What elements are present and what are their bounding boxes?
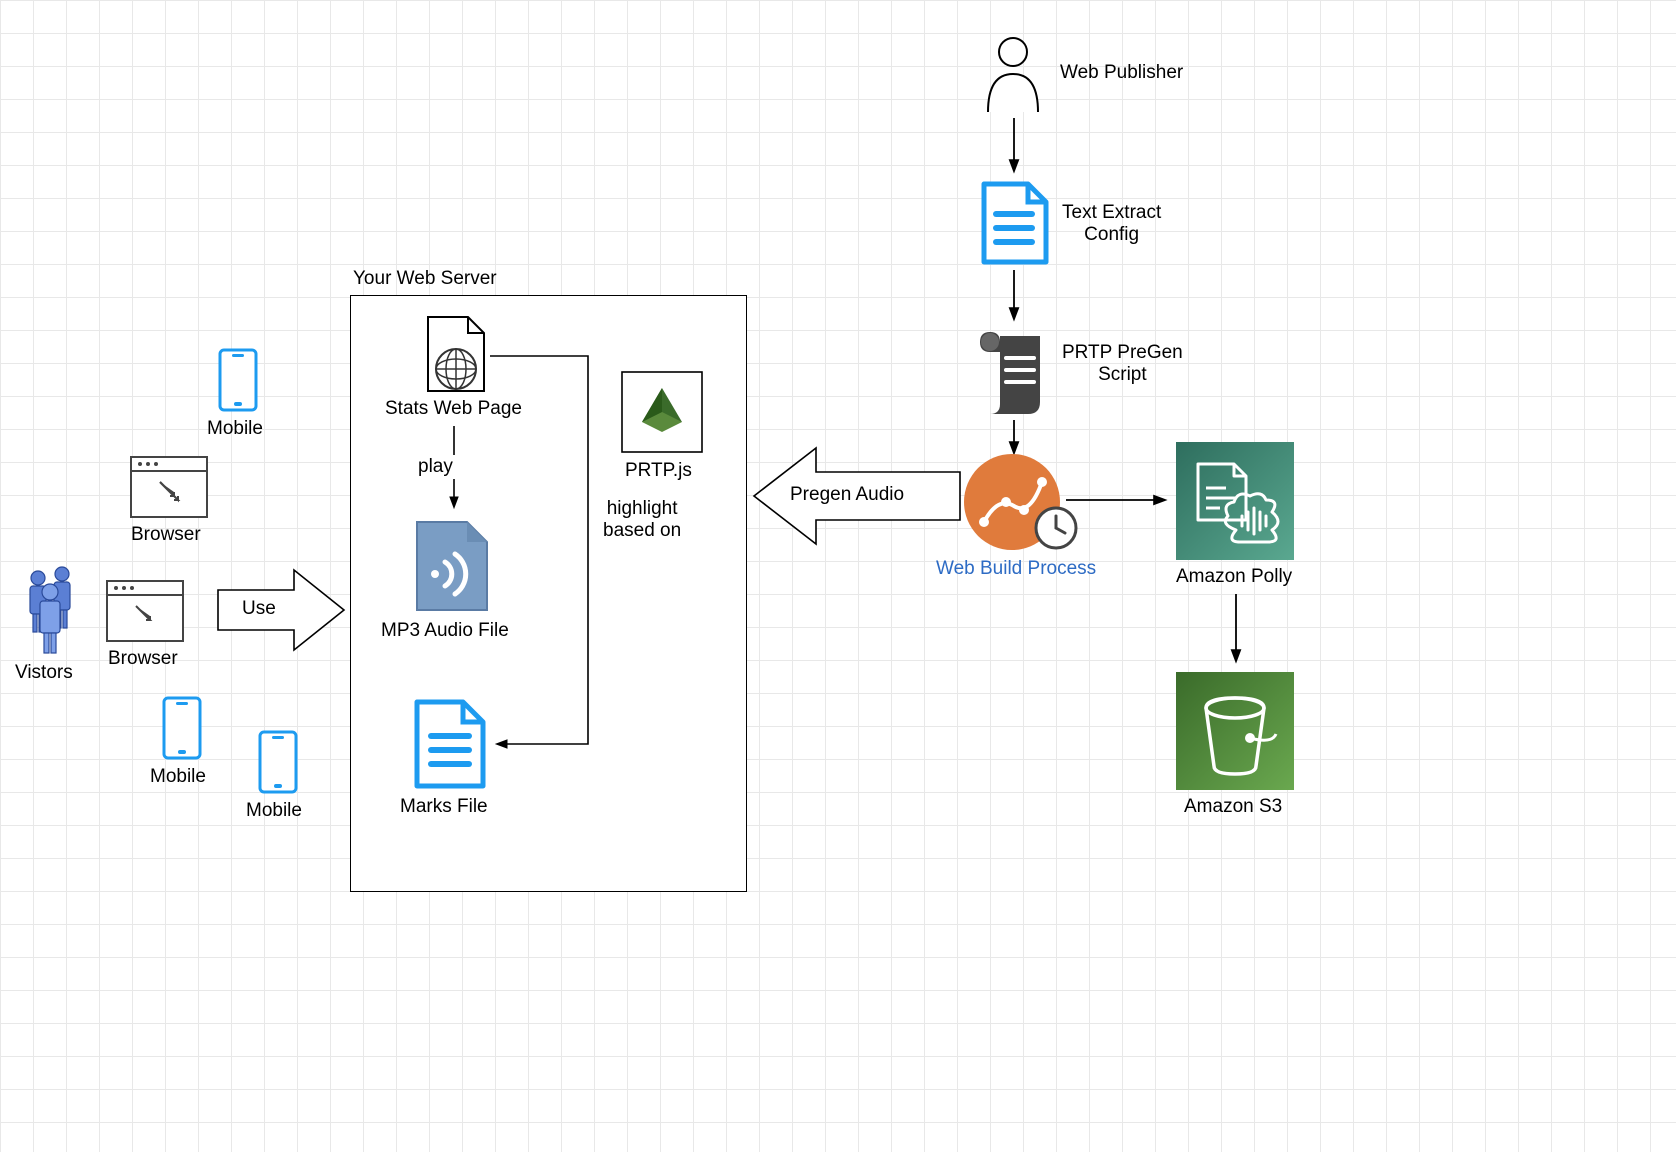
- web-publisher-icon: [982, 36, 1044, 114]
- mobile-icon-1: [218, 348, 258, 412]
- amazon-polly-label: Amazon Polly: [1176, 566, 1292, 588]
- pregen-label: Pregen Audio: [790, 484, 904, 506]
- play-label: play: [414, 455, 457, 479]
- prtp-script-label: PRTP PreGen Script: [1062, 342, 1183, 386]
- prtp-script-icon: [976, 326, 1054, 418]
- marks-label: Marks File: [400, 796, 488, 818]
- web-publisher-label: Web Publisher: [1060, 62, 1183, 84]
- arrow-polly-s3: [1226, 592, 1246, 670]
- visitors-label: Vistors: [15, 662, 73, 684]
- web-build-label: Web Build Process: [936, 558, 1096, 580]
- browser-icon-2: [106, 580, 184, 642]
- marks-icon: [413, 698, 487, 790]
- arrow-pub-text: [1004, 116, 1024, 178]
- amazon-s3-label: Amazon S3: [1184, 796, 1282, 818]
- mobile-label-1: Mobile: [207, 418, 263, 440]
- use-label: Use: [242, 598, 276, 620]
- mobile-icon-3: [258, 730, 298, 794]
- mobile-label-3: Mobile: [246, 800, 302, 822]
- highlight-label: highlight based on: [603, 498, 681, 542]
- browser-label-2: Browser: [108, 648, 178, 670]
- text-extract-icon: [980, 180, 1050, 266]
- amazon-polly-icon: [1176, 442, 1294, 560]
- stats-page-icon: [426, 315, 486, 393]
- text-extract-label: Text Extract Config: [1062, 202, 1161, 246]
- browser-icon-1: [130, 456, 208, 518]
- arrow-build-polly: [1064, 490, 1174, 510]
- mp3-icon: [415, 520, 489, 612]
- amazon-s3-icon: [1176, 672, 1294, 790]
- web-server-title: Your Web Server: [353, 268, 497, 290]
- browser-label-1: Browser: [131, 524, 201, 546]
- mobile-icon-2: [162, 696, 202, 760]
- mobile-label-2: Mobile: [150, 766, 206, 788]
- arrow-text-script: [1004, 268, 1024, 326]
- use-arrow: [216, 568, 346, 652]
- visitors-icon: [18, 568, 88, 658]
- highlight-connector: [480, 348, 700, 768]
